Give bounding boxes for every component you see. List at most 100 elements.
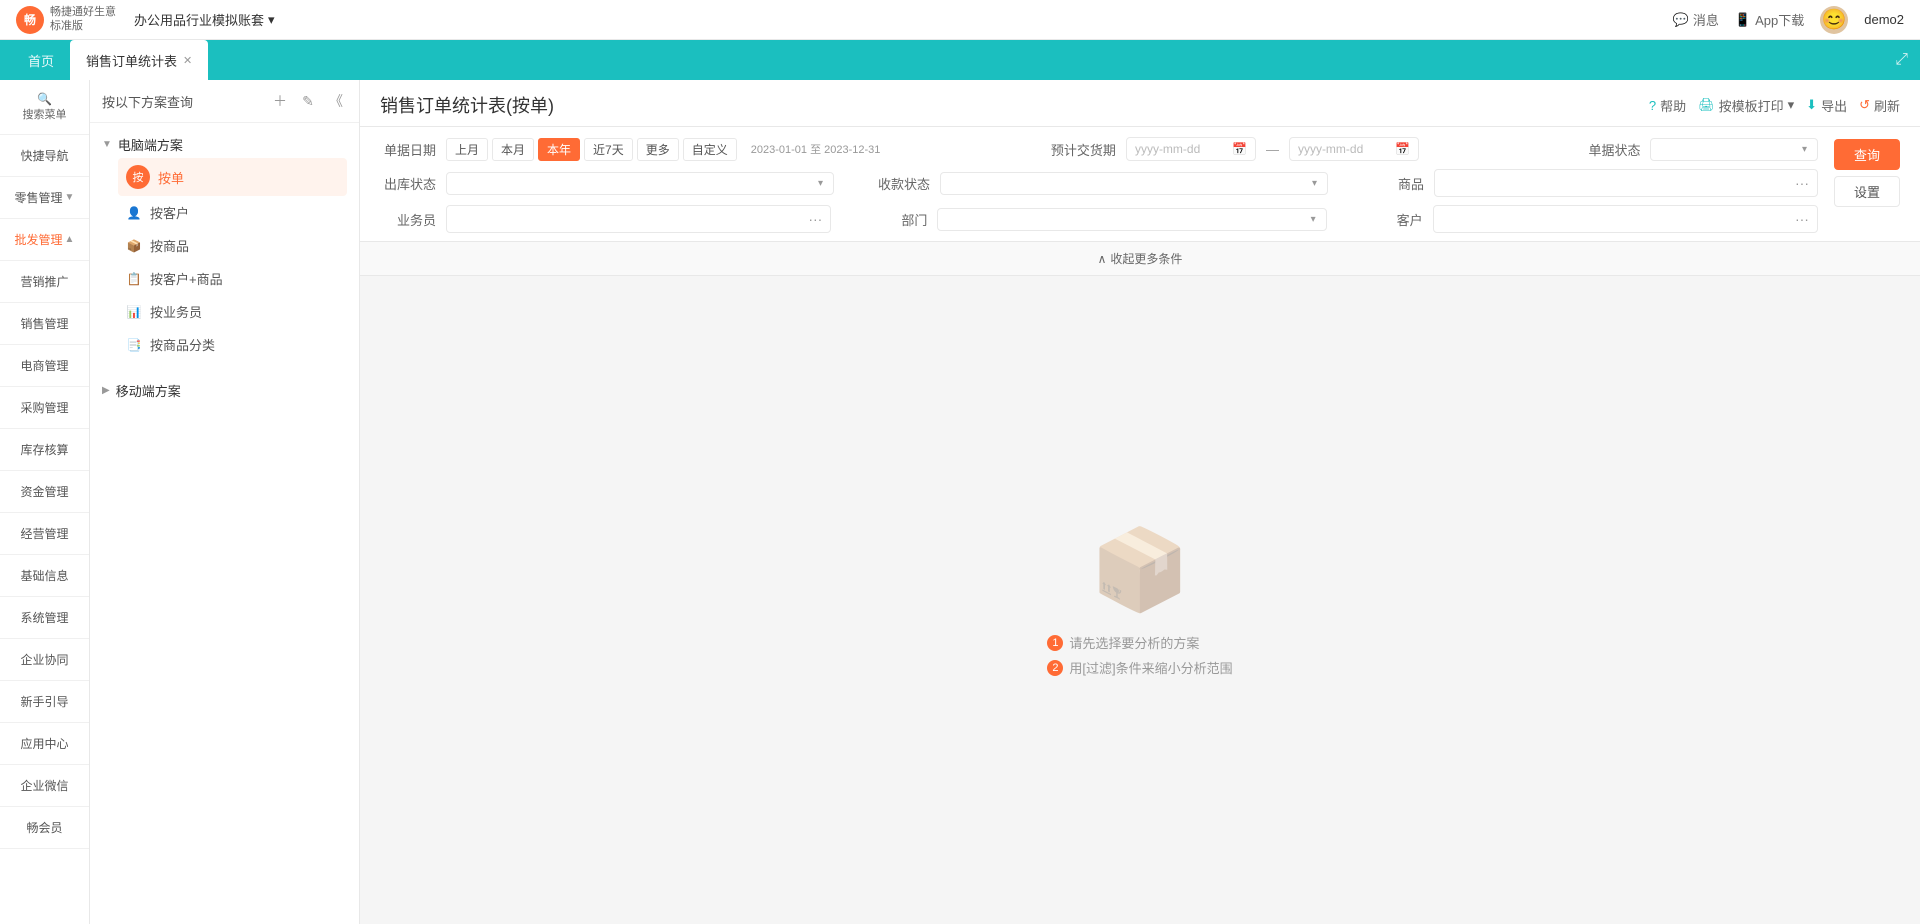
date-btn-this-month[interactable]: 本月 xyxy=(492,138,534,161)
logo-text: 畅捷通好生意 标准版 xyxy=(50,6,116,32)
product-label: 商品 xyxy=(1368,174,1424,193)
department-select[interactable]: ▾ xyxy=(937,208,1326,231)
tip-num-2: 2 xyxy=(1047,660,1063,676)
add-scheme-button[interactable]: ＋ xyxy=(269,90,291,112)
sidebar-item-wholesale[interactable]: 批发管理 ▲ xyxy=(0,219,89,261)
sidebar-item-system[interactable]: 系统管理 xyxy=(0,597,89,639)
payment-status-select[interactable]: ▾ xyxy=(940,172,1328,195)
refresh-icon: ↺ xyxy=(1859,97,1870,113)
tab-bar: 首页 销售订单统计表 ✕ ⤢ xyxy=(0,40,1920,80)
order-icon: 按 xyxy=(126,165,150,189)
top-bar-right: 💬 消息 📱 App下载 😊 demo2 xyxy=(1673,6,1904,34)
chevron-down-icon: ▾ xyxy=(818,178,823,189)
product-more-icon[interactable]: ··· xyxy=(1795,175,1809,191)
query-button[interactable]: 查询 xyxy=(1834,139,1900,170)
expected-delivery-label: 预计交货期 xyxy=(1046,140,1116,159)
logo-area: 畅 畅捷通好生意 标准版 xyxy=(16,6,116,34)
export-icon: ⬇ xyxy=(1806,97,1817,113)
top-bar-left: 畅 畅捷通好生意 标准版 办公用品行业模拟账套 ▾ xyxy=(16,6,283,34)
sidebar-item-operation[interactable]: 经营管理 xyxy=(0,513,89,555)
collapse-bar[interactable]: ∧ 收起更多条件 xyxy=(360,241,1920,276)
sidebar-item-newbie[interactable]: 新手引导 xyxy=(0,681,89,723)
date-start-input[interactable]: yyyy-mm-dd 📅 xyxy=(1126,137,1256,161)
sidebar: 🔍 搜索菜单 快捷导航 零售管理 ▼ 批发管理 ▲ 营销推广 销售管理 电商管理… xyxy=(0,80,90,924)
sidebar-item-app-center[interactable]: 应用中心 xyxy=(0,723,89,765)
scheme-panel: 按以下方案查询 ＋ ✎ 《 ▼ 电脑端方案 按 按单 xyxy=(90,80,360,924)
sidebar-item-finance[interactable]: 资金管理 xyxy=(0,471,89,513)
tab-sales-order-stats[interactable]: 销售订单统计表 ✕ xyxy=(70,40,208,80)
tab-home[interactable]: 首页 xyxy=(12,40,70,80)
date-btn-this-year[interactable]: 本年 xyxy=(538,138,580,161)
app-download-action[interactable]: 📱 App下载 xyxy=(1735,10,1804,29)
collapse-scheme-button[interactable]: 《 xyxy=(325,90,347,112)
template-print-button[interactable]: 🖨 按模板打印 ▾ xyxy=(1698,96,1794,115)
customer-label: 客户 xyxy=(1367,210,1423,229)
scheme-item-by-salesperson[interactable]: 📊 按业务员 xyxy=(118,295,347,328)
scheme-item-by-customer-product[interactable]: 📋 按客户+商品 xyxy=(118,262,347,295)
message-action[interactable]: 💬 消息 xyxy=(1673,10,1719,29)
scheme-item-by-order[interactable]: 按 按单 xyxy=(118,158,347,196)
chart-icon: 📊 xyxy=(126,304,142,320)
date-btn-last-month[interactable]: 上月 xyxy=(446,138,488,161)
sidebar-item-basic[interactable]: 基础信息 xyxy=(0,555,89,597)
sidebar-item-inventory[interactable]: 库存核算 xyxy=(0,429,89,471)
print-icon: 🖨 xyxy=(1698,97,1715,113)
date-btn-more[interactable]: 更多 xyxy=(637,138,679,161)
scheme-item-by-product[interactable]: 📦 按商品 xyxy=(118,229,347,262)
edit-scheme-button[interactable]: ✎ xyxy=(297,90,319,112)
help-button[interactable]: ? 帮助 xyxy=(1649,96,1686,115)
page-header-actions: ? 帮助 🖨 按模板打印 ▾ ⬇ 导出 ↺ 刷新 xyxy=(1649,96,1900,115)
page-title: 销售订单统计表(按单) xyxy=(380,92,554,118)
chevron-down-icon: ▾ xyxy=(268,12,275,28)
calendar-icon: 📅 xyxy=(1232,142,1247,156)
scheme-panel-actions: ＋ ✎ 《 xyxy=(269,90,347,112)
sidebar-item-purchase[interactable]: 采购管理 xyxy=(0,387,89,429)
filters-wrapper: 单据日期 上月 本月 本年 近7天 更多 自定义 2023-01-01 至 20… xyxy=(360,127,1920,276)
scheme-category-mobile: ▶ 移动端方案 xyxy=(90,369,359,412)
scheme-panel-title: 按以下方案查询 xyxy=(102,92,193,111)
scheme-item-by-product-category[interactable]: 📑 按商品分类 xyxy=(118,328,347,361)
shipment-status-select[interactable]: ▾ xyxy=(446,172,834,195)
main-content: 销售订单统计表(按单) ? 帮助 🖨 按模板打印 ▾ ⬇ 导出 xyxy=(360,80,1920,924)
chevron-down-icon: ▼ xyxy=(65,192,75,203)
salesperson-more-icon[interactable]: ··· xyxy=(808,211,822,227)
mobile-icon: 📱 xyxy=(1735,12,1751,28)
app-selector[interactable]: 办公用品行业模拟账套 ▾ xyxy=(126,6,283,33)
search-icon: 🔍 xyxy=(8,92,81,106)
sidebar-item-enterprise-wechat[interactable]: 企业微信 xyxy=(0,765,89,807)
scheme-item-by-customer[interactable]: 👤 按客户 xyxy=(118,196,347,229)
scheme-category-header-mobile[interactable]: ▶ 移动端方案 xyxy=(102,377,347,404)
setting-button[interactable]: 设置 xyxy=(1834,176,1900,207)
date-btn-last-7days[interactable]: 近7天 xyxy=(584,138,633,161)
sidebar-item-marketing[interactable]: 营销推广 xyxy=(0,261,89,303)
sidebar-item-enterprise[interactable]: 企业协同 xyxy=(0,639,89,681)
expand-icon[interactable]: ⤢ xyxy=(1895,51,1908,69)
date-separator: — xyxy=(1266,142,1279,157)
scheme-category-header-pc[interactable]: ▼ 电脑端方案 xyxy=(102,131,347,158)
sidebar-item-quick-nav[interactable]: 快捷导航 xyxy=(0,135,89,177)
sidebar-item-search[interactable]: 🔍 搜索菜单 xyxy=(0,80,89,135)
scheme-category-pc: ▼ 电脑端方案 按 按单 👤 按客户 📦 按商品 xyxy=(90,123,359,369)
close-icon[interactable]: ✕ xyxy=(183,54,192,67)
date-btn-custom[interactable]: 自定义 xyxy=(683,138,737,161)
date-end-input[interactable]: yyyy-mm-dd 📅 xyxy=(1289,137,1419,161)
avatar[interactable]: 😊 xyxy=(1820,6,1848,34)
empty-illustration: 📦 xyxy=(1090,523,1190,617)
username-label: demo2 xyxy=(1864,12,1904,27)
order-status-label: 单据状态 xyxy=(1584,140,1640,159)
order-status-select[interactable]: ▾ xyxy=(1650,138,1818,161)
chevron-up-icon: ▲ xyxy=(65,234,75,245)
payment-status-label: 收款状态 xyxy=(874,174,930,193)
calendar-icon: 📅 xyxy=(1395,142,1410,156)
scheme-list-pc: 按 按单 👤 按客户 📦 按商品 📋 按客户+商品 xyxy=(102,158,347,361)
sidebar-item-retail[interactable]: 零售管理 ▼ xyxy=(0,177,89,219)
message-icon: 💬 xyxy=(1673,12,1689,28)
tip-num-1: 1 xyxy=(1047,635,1063,651)
sidebar-item-sales[interactable]: 销售管理 xyxy=(0,303,89,345)
customer-more-icon[interactable]: ··· xyxy=(1795,211,1809,227)
refresh-button[interactable]: ↺ 刷新 xyxy=(1859,96,1900,115)
box-person-icon: 📋 xyxy=(126,271,142,287)
sidebar-item-vip[interactable]: 畅会员 xyxy=(0,807,89,849)
sidebar-item-ecommerce[interactable]: 电商管理 xyxy=(0,345,89,387)
export-button[interactable]: ⬇ 导出 xyxy=(1806,96,1847,115)
